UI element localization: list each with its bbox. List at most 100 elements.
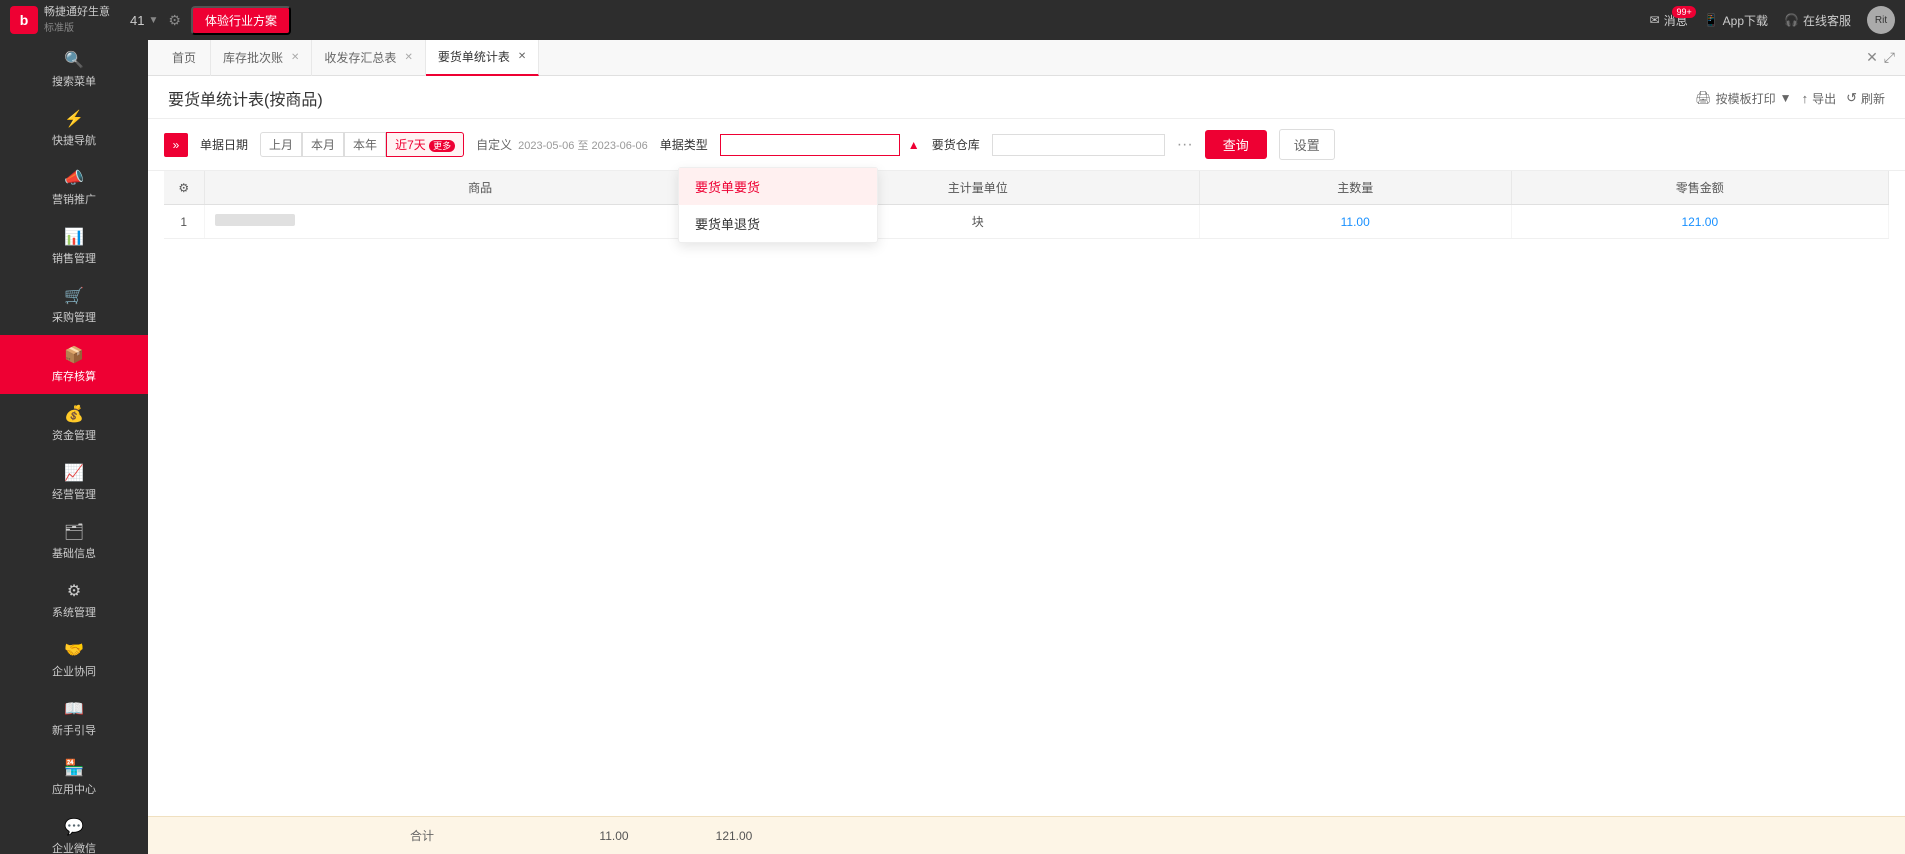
- sidebar-item-system[interactable]: ⚙ 系统管理: [0, 571, 148, 630]
- sidebar-label-system: 系统管理: [52, 604, 96, 620]
- type-filter-group: ▲: [720, 134, 920, 156]
- date-btn-thismonth[interactable]: 本月: [302, 132, 344, 157]
- sidebar-item-basic[interactable]: 🗂 基础信息: [0, 512, 148, 571]
- type-input[interactable]: [720, 134, 900, 156]
- search-icon: 🔍: [64, 50, 84, 70]
- topbar: b 畅捷通好生意 标准版 41 ▼ ⚙ 体验行业方案 ✉ 消息 99+ 📱 Ap…: [0, 0, 1905, 40]
- logo-icon: b: [10, 6, 38, 34]
- guide-icon: 📖: [64, 699, 84, 719]
- promo-button[interactable]: 体验行业方案: [191, 6, 291, 35]
- footer-main-quantity: 11.00: [554, 829, 674, 843]
- app-download-button[interactable]: 📱 App下载: [1704, 12, 1768, 29]
- refresh-button[interactable]: ↺ 刷新: [1846, 90, 1885, 107]
- tab-close-receive-summary-icon[interactable]: ✕: [404, 52, 412, 63]
- date-btn-thisyear[interactable]: 本年: [344, 132, 386, 157]
- basic-icon: 🗂: [64, 522, 84, 542]
- type-dropdown: 要货单要货 要货单退货: [678, 167, 878, 243]
- sidebar-item-enterprise[interactable]: 🤝 企业协同: [0, 630, 148, 689]
- product-placeholder: [215, 214, 295, 226]
- marketing-icon: 📣: [64, 168, 84, 188]
- sidebar-label-quicknav: 快捷导航: [52, 132, 96, 148]
- export-button[interactable]: ↑ 导出: [1802, 90, 1837, 107]
- row-index: 1: [164, 205, 204, 239]
- sidebar-item-marketing[interactable]: 📣 营销推广: [0, 158, 148, 217]
- tab-close-inventory-batch-icon[interactable]: ✕: [291, 52, 299, 63]
- table-wrapper: ⚙ 商品 主计量单位 主数量 零售金额: [148, 171, 1905, 816]
- amount-link[interactable]: 121.00: [1681, 215, 1718, 229]
- col-amount: 零售金额: [1511, 171, 1888, 205]
- tab-inventory-batch[interactable]: 库存批次账 ✕: [211, 40, 312, 76]
- system-icon: ⚙: [67, 581, 81, 601]
- dropdown-item-return[interactable]: 要货单退货: [679, 205, 877, 242]
- sidebar-item-guide[interactable]: 📖 新手引导: [0, 689, 148, 748]
- sidebar-item-operations[interactable]: 📈 经营管理: [0, 453, 148, 512]
- sidebar-item-finance[interactable]: 💰 资金管理: [0, 394, 148, 453]
- refresh-icon: ↺: [1846, 90, 1857, 106]
- tab-close-all-icon[interactable]: ✕: [1866, 49, 1878, 66]
- service-label: 在线客服: [1803, 12, 1851, 29]
- message-button[interactable]: ✉ 消息 99+: [1650, 12, 1688, 29]
- selector-value: 41: [130, 13, 144, 28]
- tab-home[interactable]: 首页: [158, 40, 211, 76]
- sidebar-label-basic: 基础信息: [52, 545, 96, 561]
- sales-icon: 📊: [64, 227, 84, 247]
- footer-main-amount: 121.00: [674, 829, 794, 843]
- sidebar-item-appcenter[interactable]: 🏪 应用中心: [0, 748, 148, 807]
- sidebar-item-weixin[interactable]: 💬 企业微信: [0, 807, 148, 854]
- sidebar-label-finance: 资金管理: [52, 427, 96, 443]
- settings-button[interactable]: 设置: [1279, 129, 1335, 160]
- dropdown-item-order[interactable]: 要货单要货: [679, 168, 877, 205]
- main-layout: 🔍 搜索菜单 ⚡ 快捷导航 📣 营销推广 📊 销售管理 🛒 采购管理 📦 库存核…: [0, 40, 1905, 854]
- filter-bar: » 单据日期 上月 本月 本年 近7天 更多 自定义 2023-05-06 至 …: [148, 119, 1905, 171]
- more-badge: 更多: [429, 140, 455, 152]
- sidebar-label-search: 搜索菜单: [52, 73, 96, 89]
- sidebar-item-quicknav[interactable]: ⚡ 快捷导航: [0, 99, 148, 158]
- tab-receive-summary[interactable]: 收发存汇总表 ✕: [312, 40, 425, 76]
- query-button[interactable]: 查询: [1205, 130, 1267, 159]
- finance-icon: 💰: [64, 404, 84, 424]
- date-btn-7days[interactable]: 近7天 更多: [386, 132, 464, 157]
- sidebar-item-inventory[interactable]: 📦 库存核算: [0, 335, 148, 394]
- company-selector[interactable]: 41 ▼: [130, 13, 158, 28]
- message-icon: ✉: [1650, 13, 1660, 27]
- row-quantity: 11.00: [1199, 205, 1511, 239]
- sidebar-label-purchase: 采购管理: [52, 309, 96, 325]
- sidebar-label-guide: 新手引导: [52, 722, 96, 738]
- sidebar-item-purchase[interactable]: 🛒 采购管理: [0, 276, 148, 335]
- sidebar-item-search[interactable]: 🔍 搜索菜单: [0, 40, 148, 99]
- quantity-link[interactable]: 11.00: [1341, 215, 1370, 229]
- weixin-icon: 💬: [64, 817, 84, 837]
- tab-order-stats[interactable]: 要货单统计表 ✕: [426, 40, 539, 76]
- appcenter-icon: 🏪: [64, 758, 84, 778]
- date-buttons: 上月 本月 本年 近7天 更多: [260, 132, 464, 157]
- tab-close-order-stats-icon[interactable]: ✕: [518, 51, 526, 62]
- sidebar-label-operations: 经营管理: [52, 486, 96, 502]
- filter-expander[interactable]: »: [164, 133, 188, 157]
- quicknav-icon: ⚡: [64, 109, 84, 129]
- col-settings[interactable]: ⚙: [164, 171, 204, 205]
- type-dropdown-arrow-icon[interactable]: ▲: [908, 138, 920, 152]
- export-label: 导出: [1812, 90, 1836, 107]
- row-product: [204, 205, 756, 239]
- sidebar-label-sales: 销售管理: [52, 250, 96, 266]
- col-quantity: 主数量: [1199, 171, 1511, 205]
- table-body: 1 块 11.00 121.00: [164, 205, 1889, 239]
- sidebar-item-sales[interactable]: 📊 销售管理: [0, 217, 148, 276]
- page-actions: 🖨 按模板打印 ▼ ↑ 导出 ↺ 刷新: [1695, 90, 1885, 107]
- tab-home-label: 首页: [172, 49, 196, 66]
- sidebar: 🔍 搜索菜单 ⚡ 快捷导航 📣 营销推广 📊 销售管理 🛒 采购管理 📦 库存核…: [0, 40, 148, 854]
- tab-maximize-icon[interactable]: ⤢: [1884, 49, 1895, 66]
- warehouse-input[interactable]: [992, 134, 1165, 156]
- custom-date-button[interactable]: 自定义: [476, 136, 512, 153]
- filter-more-icon[interactable]: ···: [1177, 136, 1193, 154]
- topbar-gear-icon[interactable]: ⚙: [168, 12, 181, 29]
- topbar-center: 41 ▼ ⚙ 体验行业方案: [110, 6, 1650, 35]
- col-product: 商品: [204, 171, 756, 205]
- service-button[interactable]: 🎧 在线客服: [1784, 12, 1851, 29]
- date-btn-lastmonth[interactable]: 上月: [260, 132, 302, 157]
- sidebar-label-appcenter: 应用中心: [52, 781, 96, 797]
- page-title: 要货单统计表(按商品): [168, 86, 323, 110]
- data-table: ⚙ 商品 主计量单位 主数量 零售金额: [164, 171, 1889, 239]
- print-button[interactable]: 🖨 按模板打印 ▼: [1695, 90, 1791, 107]
- user-avatar[interactable]: Rit: [1867, 6, 1895, 34]
